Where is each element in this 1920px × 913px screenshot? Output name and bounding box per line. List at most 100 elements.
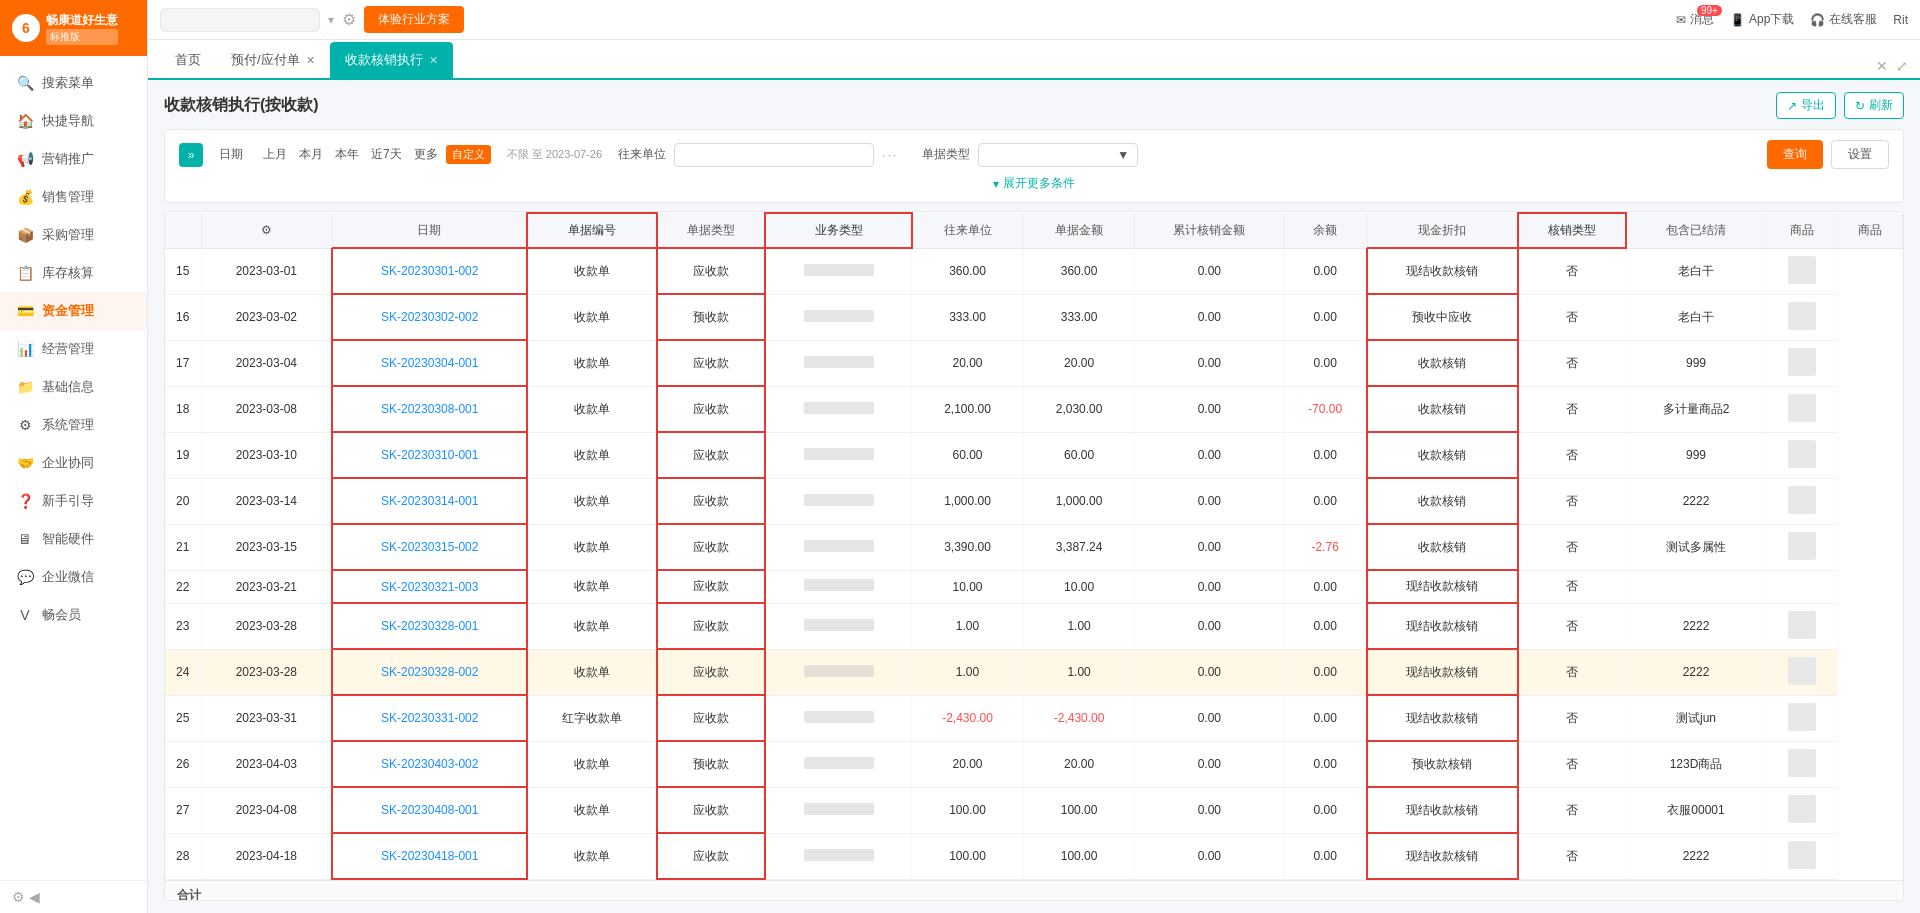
date-custom-button[interactable]: 自定义 xyxy=(446,145,491,164)
td-offset_type: 现结收款核销 xyxy=(1367,603,1518,649)
sidebar-item-sales[interactable]: 💰销售管理 xyxy=(0,178,147,216)
doctype-select[interactable]: ▼ xyxy=(978,143,1138,167)
td-docno[interactable]: SK-20230403-002 xyxy=(332,741,527,787)
settings-icon[interactable]: ⚙ xyxy=(12,889,25,905)
sidebar-item-operation[interactable]: 📊经营管理 xyxy=(0,330,147,368)
doc-link[interactable]: SK-20230314-001 xyxy=(381,494,478,508)
filter-settings-button[interactable]: 设置 xyxy=(1831,140,1889,169)
doc-link[interactable]: SK-20230302-002 xyxy=(381,310,478,324)
td-docno[interactable]: SK-20230328-001 xyxy=(332,603,527,649)
td-partner xyxy=(765,570,911,603)
td-date: 2023-04-18 xyxy=(201,833,332,879)
doc-link[interactable]: SK-20230328-002 xyxy=(381,665,478,679)
sidebar-label-purchase: 采购管理 xyxy=(42,226,94,244)
tab-label-collection-exec: 收款核销执行 xyxy=(345,51,423,69)
doc-link[interactable]: SK-20230310-001 xyxy=(381,448,478,462)
doc-link[interactable]: SK-20230408-001 xyxy=(381,803,478,817)
td-docno[interactable]: SK-20230310-001 xyxy=(332,432,527,478)
doc-link[interactable]: SK-20230328-001 xyxy=(381,619,478,633)
sidebar-item-guide[interactable]: ❓新手引导 xyxy=(0,482,147,520)
td-docno[interactable]: SK-20230418-001 xyxy=(332,833,527,879)
td-docno[interactable]: SK-20230408-001 xyxy=(332,787,527,833)
tab-close-collection-exec[interactable]: ✕ xyxy=(429,54,438,67)
date-this-year[interactable]: 本年 xyxy=(331,144,363,165)
partner-more-icon[interactable]: ··· xyxy=(882,148,898,162)
topbar-gear-icon[interactable]: ⚙ xyxy=(342,10,356,29)
doc-link[interactable]: SK-20230315-002 xyxy=(381,540,478,554)
doc-link[interactable]: SK-20230304-001 xyxy=(381,356,478,370)
th-balance: 余额 xyxy=(1284,213,1367,248)
td-doctype: 收款单 xyxy=(527,833,657,879)
export-button[interactable]: ↗ 导出 xyxy=(1776,92,1836,119)
table-scroll-area[interactable]: ⚙日期单据编号单据类型业务类型往来单位单据金额累计核销金额余额现金折扣核销类型包… xyxy=(165,212,1903,900)
expand-more-button[interactable]: ▾ 展开更多条件 xyxy=(993,175,1075,192)
td-biztype: 应收款 xyxy=(657,833,766,879)
tabbar-close-button[interactable]: ✕ xyxy=(1876,58,1888,74)
online-service-button[interactable]: 🎧 在线客服 xyxy=(1810,11,1877,28)
td-biztype: 应收款 xyxy=(657,603,766,649)
collapse-icon[interactable]: ◀ xyxy=(29,889,40,905)
td-docno[interactable]: SK-20230301-002 xyxy=(332,248,527,294)
filter-partner-section: 往来单位 ··· 单据类型 ▼ xyxy=(618,143,1751,167)
date-filter-group: 上月 本月 本年 近7天 更多 自定义 xyxy=(259,144,491,165)
tab-home[interactable]: 首页 xyxy=(160,42,216,78)
topbar-search-input[interactable] xyxy=(160,8,320,32)
doc-link[interactable]: SK-20230301-002 xyxy=(381,264,478,278)
td-date: 2023-03-08 xyxy=(201,386,332,432)
doc-link[interactable]: SK-20230331-002 xyxy=(381,711,478,725)
td-docno[interactable]: SK-20230328-002 xyxy=(332,649,527,695)
partner-input[interactable] xyxy=(674,143,874,167)
sidebar-icon-inventory: 📋 xyxy=(16,264,34,282)
tab-collection-exec[interactable]: 收款核销执行 ✕ xyxy=(330,42,453,78)
data-table: ⚙日期单据编号单据类型业务类型往来单位单据金额累计核销金额余额现金折扣核销类型包… xyxy=(165,212,1903,880)
td-docno[interactable]: SK-20230314-001 xyxy=(332,478,527,524)
message-button[interactable]: ✉ 消息 99+ xyxy=(1676,11,1714,28)
filter-expand-button[interactable]: » xyxy=(179,143,203,167)
td-docno[interactable]: SK-20230304-001 xyxy=(332,340,527,386)
doc-link[interactable]: SK-20230418-001 xyxy=(381,849,478,863)
refresh-button[interactable]: ↻ 刷新 xyxy=(1844,92,1904,119)
table-row: 232023-03-28SK-20230328-001收款单应收款1.001.0… xyxy=(165,603,1903,649)
td-docno[interactable]: SK-20230331-002 xyxy=(332,695,527,741)
export-icon: ↗ xyxy=(1787,99,1797,113)
date-last-month[interactable]: 上月 xyxy=(259,144,291,165)
tab-pre-payment[interactable]: 预付/应付单✕ xyxy=(216,42,330,78)
sidebar-item-wechat[interactable]: 💬企业微信 xyxy=(0,558,147,596)
tabbar-expand-button[interactable]: ⤢ xyxy=(1896,58,1908,74)
date-7days[interactable]: 近7天 xyxy=(367,144,406,165)
sidebar-item-finance[interactable]: 💳资金管理 xyxy=(0,292,147,330)
industry-solution-button[interactable]: 体验行业方案 xyxy=(364,6,464,33)
sidebar-item-enterprise[interactable]: 🤝企业协同 xyxy=(0,444,147,482)
tab-close-pre-payment[interactable]: ✕ xyxy=(306,54,315,67)
td-docno[interactable]: SK-20230302-002 xyxy=(332,294,527,340)
sidebar-item-system[interactable]: ⚙系统管理 xyxy=(0,406,147,444)
sidebar-item-marketing[interactable]: 📢营销推广 xyxy=(0,140,147,178)
filter-row: » 日期 上月 本月 本年 近7天 更多 自定义 不限 至 2023-07-26… xyxy=(179,140,1889,169)
date-this-month[interactable]: 本月 xyxy=(295,144,327,165)
td-docno[interactable]: SK-20230321-003 xyxy=(332,570,527,603)
query-button[interactable]: 查询 xyxy=(1767,140,1823,169)
sidebar-item-basic[interactable]: 📁基础信息 xyxy=(0,368,147,406)
doc-link[interactable]: SK-20230321-003 xyxy=(381,580,478,594)
sidebar-item-hardware[interactable]: 🖥智能硬件 xyxy=(0,520,147,558)
td-goods_img xyxy=(1766,386,1838,432)
sidebar-item-quick[interactable]: 🏠快捷导航 xyxy=(0,102,147,140)
td-cash_discount: 0.00 xyxy=(1284,603,1367,649)
app-download-button[interactable]: 📱 App下载 xyxy=(1730,11,1794,28)
topbar-dropdown-icon[interactable]: ▾ xyxy=(328,13,334,27)
sidebar-item-inventory[interactable]: 📋库存核算 xyxy=(0,254,147,292)
sidebar-item-purchase[interactable]: 📦采购管理 xyxy=(0,216,147,254)
td-amount: -2,430.00 xyxy=(912,695,1024,741)
sidebar-label-enterprise: 企业协同 xyxy=(42,454,94,472)
th-amount: 单据金额 xyxy=(1023,213,1135,248)
sidebar-item-vip[interactable]: V畅会员 xyxy=(0,596,147,634)
th-settings: ⚙ xyxy=(201,213,332,248)
td-docno[interactable]: SK-20230308-001 xyxy=(332,386,527,432)
doc-link[interactable]: SK-20230403-002 xyxy=(381,757,478,771)
sidebar-item-search[interactable]: 🔍搜索菜单 xyxy=(0,64,147,102)
td-docno[interactable]: SK-20230315-002 xyxy=(332,524,527,570)
table-footer: 合计 xyxy=(165,880,1903,900)
doc-link[interactable]: SK-20230308-001 xyxy=(381,402,478,416)
date-more[interactable]: 更多 xyxy=(410,144,442,165)
user-name[interactable]: Rit xyxy=(1893,13,1908,27)
